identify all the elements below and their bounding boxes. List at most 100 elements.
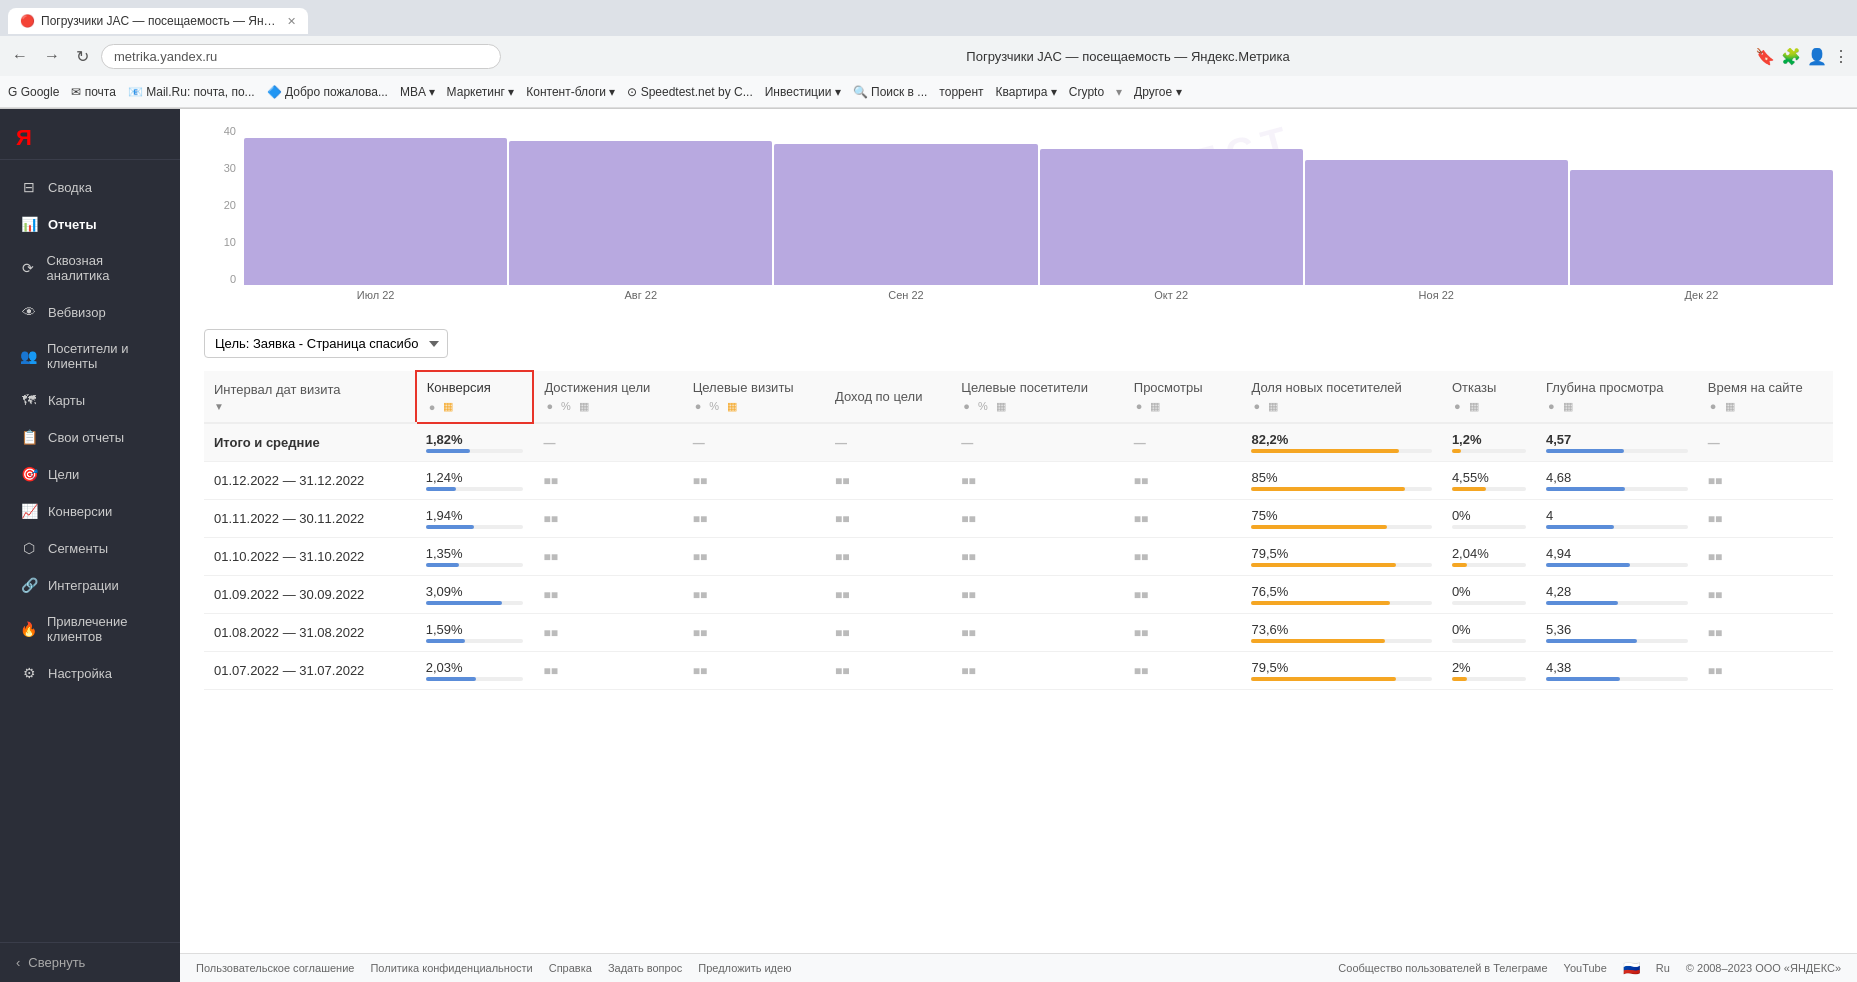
th-date[interactable]: Интервал дат визита ▼ [204, 371, 416, 423]
table-wrapper: Интервал дат визита ▼ Конверсия ● ▦ [180, 370, 1857, 953]
footer-question[interactable]: Задать вопрос [608, 962, 682, 974]
sidebar-item-settings[interactable]: ⚙ Настройка [4, 655, 176, 691]
th-target-v[interactable]: Целевые визиты ● % ▦ [683, 371, 825, 423]
bookmark-google[interactable]: G Google [8, 85, 59, 99]
sidebar-item-integrations[interactable]: 🔗 Интеграции [4, 567, 176, 603]
bookmark-torrent[interactable]: торрент [939, 85, 983, 99]
th-t-pie-btn[interactable]: ● [1708, 399, 1719, 413]
row1-tv: ■■ [683, 500, 825, 538]
menu-icon[interactable]: ⋮ [1833, 47, 1849, 66]
sidebar-item-segments[interactable]: ⬡ Сегменты [4, 530, 176, 566]
th-bounce[interactable]: Отказы ● ▦ [1442, 371, 1536, 423]
th-views[interactable]: Просмотры ● ▦ [1124, 371, 1242, 423]
th-tvis-pie-btn[interactable]: ● [961, 399, 972, 413]
bookmark-mailru[interactable]: 📧 Mail.Ru: почта, по... [128, 85, 255, 99]
th-time[interactable]: Время на сайте ● ▦ [1698, 371, 1833, 423]
th-income[interactable]: Доход по цели [825, 371, 951, 423]
bookmark-marketing[interactable]: Маркетинг ▾ [447, 85, 515, 99]
th-b-bar-btn[interactable]: ▦ [1467, 399, 1481, 414]
th-tvis-pct-btn[interactable]: % [976, 399, 990, 413]
row3-depth: 4,28 [1536, 576, 1698, 614]
th-new-vis[interactable]: Доля новых посетителей ● ▦ [1241, 371, 1441, 423]
sidebar-item-visitors[interactable]: 👥 Посетители и клиенты [4, 331, 176, 381]
th-achiev-pie-btn[interactable]: ● [544, 399, 555, 413]
extensions-icon[interactable]: 🧩 [1781, 47, 1801, 66]
chart-bar-4[interactable] [1305, 160, 1568, 285]
total-income: — [825, 423, 951, 462]
sidebar-item-webvizor[interactable]: 👁 Вебвизор [4, 294, 176, 330]
bookmark-icon[interactable]: 🔖 [1755, 47, 1775, 66]
chart-bar-3[interactable] [1040, 149, 1303, 285]
th-depth[interactable]: Глубина просмотра ● ▦ [1536, 371, 1698, 423]
total-date: Итого и средние [204, 423, 416, 462]
bookmark-mba[interactable]: MBA ▾ [400, 85, 435, 99]
sidebar-item-conversions[interactable]: 📈 Конверсии [4, 493, 176, 529]
footer-idea[interactable]: Предложить идею [698, 962, 791, 974]
sidebar-item-maps[interactable]: 🗺 Карты [4, 382, 176, 418]
th-achiev[interactable]: Достижения цели ● % ▦ [533, 371, 682, 423]
row4-time: ■■ [1698, 614, 1833, 652]
th-b-pie-btn[interactable]: ● [1452, 399, 1463, 413]
footer-community[interactable]: Сообщество пользователей в Телеграме [1338, 962, 1547, 974]
sidebar-item-skvoznaya[interactable]: ⟳ Сквозная аналитика [4, 243, 176, 293]
th-tv-pie-btn[interactable]: ● [693, 399, 704, 413]
sidebar-item-attract[interactable]: 🔥 Привлечение клиентов [4, 604, 176, 654]
th-conv[interactable]: Конверсия ● ▦ [416, 371, 534, 423]
active-tab[interactable]: 🔴 Погрузчики JAC — посещаемость — Яндекс… [8, 8, 308, 34]
otchety-icon: 📊 [20, 216, 38, 232]
th-nv-bar-btn[interactable]: ▦ [1266, 399, 1280, 414]
total-nv-value: 82,2% [1251, 432, 1431, 447]
total-conv-value: 1,82% [426, 432, 524, 447]
th-tv-bar-btn[interactable]: ▦ [725, 399, 739, 414]
th-v-pie-btn[interactable]: ● [1134, 399, 1145, 413]
bookmark-search[interactable]: 🔍 Поиск в ... [853, 85, 928, 99]
bookmark-kvartira[interactable]: Квартира ▾ [996, 85, 1057, 99]
bookmark-invest[interactable]: Инвестиции ▾ [765, 85, 841, 99]
sidebar-label-svodka: Сводка [48, 180, 92, 195]
total-target-vis: — [951, 423, 1123, 462]
address-bar[interactable]: metrika.yandex.ru [101, 44, 501, 69]
sidebar-item-myreports[interactable]: 📋 Свои отчеты [4, 419, 176, 455]
sidebar-collapse[interactable]: ‹ Свернуть [0, 942, 180, 982]
row3-conv: 3,09% [416, 576, 534, 614]
th-nv-pie-btn[interactable]: ● [1251, 399, 1262, 413]
total-bounce: 1,2% [1442, 423, 1536, 462]
bookmark-speedtest[interactable]: ⊙ Speedtest.net by C... [627, 85, 752, 99]
th-achiev-pct-btn[interactable]: % [559, 399, 573, 413]
bookmark-content[interactable]: Контент-блоги ▾ [526, 85, 615, 99]
chart-bar-2[interactable] [774, 144, 1037, 285]
bookmark-crypto[interactable]: Crypto [1069, 85, 1104, 99]
row5-date: 01.07.2022 — 31.07.2022 [204, 652, 416, 690]
bookmark-pochta[interactable]: ✉ почта [71, 85, 116, 99]
th-tv-pct-btn[interactable]: % [707, 399, 721, 413]
th-d-bar-btn[interactable]: ▦ [1561, 399, 1575, 414]
sidebar-item-goals[interactable]: 🎯 Цели [4, 456, 176, 492]
back-button[interactable]: ← [8, 43, 32, 69]
bookmark-other[interactable]: Другое ▾ [1134, 85, 1181, 99]
th-achiev-bar-btn[interactable]: ▦ [577, 399, 591, 414]
bookmark-dobro[interactable]: 🔷 Добро пожалова... [267, 85, 388, 99]
th-target-vis[interactable]: Целевые посетители ● % ▦ [951, 371, 1123, 423]
th-conv-pie-btn[interactable]: ● [427, 400, 438, 414]
th-conv-bar-btn[interactable]: ▦ [441, 399, 455, 414]
sidebar-item-otchety[interactable]: 📊 Отчеты [4, 206, 176, 242]
th-t-bar-btn[interactable]: ▦ [1723, 399, 1737, 414]
goal-filter-select[interactable]: Цель: Заявка - Страница спасибо [204, 329, 448, 358]
tab-close-icon[interactable]: ✕ [287, 15, 296, 28]
chart-bar-1[interactable] [509, 141, 772, 285]
forward-button[interactable]: → [40, 43, 64, 69]
profile-icon[interactable]: 👤 [1807, 47, 1827, 66]
refresh-button[interactable]: ↻ [72, 43, 93, 70]
sidebar-label-skvoznaya: Сквозная аналитика [47, 253, 160, 283]
footer-youtube[interactable]: YouTube [1564, 962, 1607, 974]
footer-help[interactable]: Справка [549, 962, 592, 974]
chart-bar-5[interactable] [1570, 170, 1833, 285]
th-tvis-bar-btn[interactable]: ▦ [994, 399, 1008, 414]
th-v-bar-btn[interactable]: ▦ [1148, 399, 1162, 414]
footer-agreement[interactable]: Пользовательское соглашение [196, 962, 354, 974]
row1-date: 01.11.2022 — 30.11.2022 [204, 500, 416, 538]
th-d-pie-btn[interactable]: ● [1546, 399, 1557, 413]
chart-bar-0[interactable] [244, 138, 507, 285]
footer-privacy[interactable]: Политика конфиденциальности [370, 962, 532, 974]
sidebar-item-svodka[interactable]: ⊟ Сводка [4, 169, 176, 205]
